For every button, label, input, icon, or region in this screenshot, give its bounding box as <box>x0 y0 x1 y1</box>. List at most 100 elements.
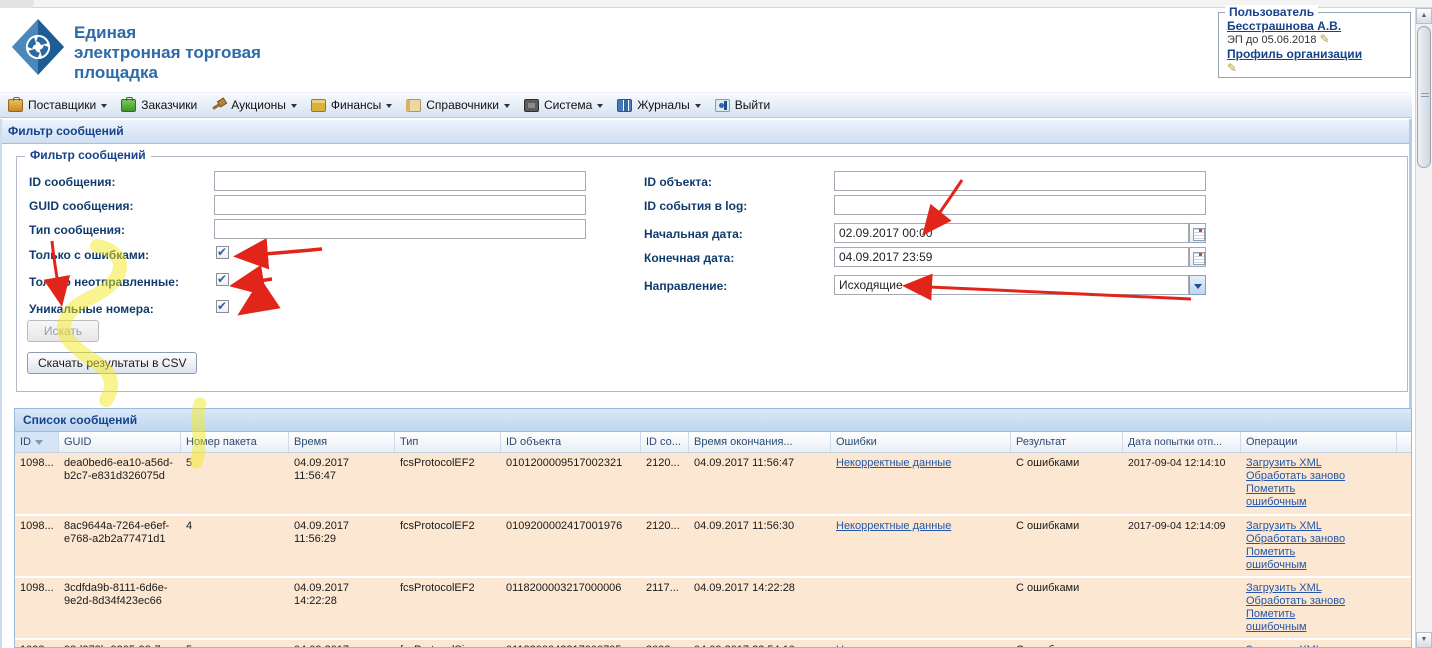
scroll-down-icon[interactable]: ▼ <box>1416 632 1432 648</box>
message-guid-input[interactable] <box>214 195 586 215</box>
user-name-link[interactable]: Бесстрашнова А.В. <box>1227 19 1341 33</box>
vertical-scrollbar[interactable]: ▲ ▼ <box>1415 8 1432 648</box>
chevron-down-icon[interactable] <box>1189 275 1206 295</box>
column-header-attempt[interactable]: Дата попытки отп... <box>1123 432 1241 452</box>
only-unsent-label: Только неотправленные: <box>29 275 179 289</box>
operation-link[interactable]: Загрузить XML <box>1246 644 1322 647</box>
menu-item-system[interactable]: Система <box>523 98 604 112</box>
column-header-object-id[interactable]: ID объекта <box>501 432 641 452</box>
briefcase-icon <box>8 96 23 112</box>
message-guid-label: GUID сообщения: <box>29 199 134 213</box>
message-id-input[interactable] <box>214 171 586 191</box>
menu-item-finance[interactable]: Финансы <box>310 98 393 112</box>
table-row[interactable]: 1098... 3cdfda9b-8111-6d6e-9e2d-8d34f423… <box>15 576 1411 638</box>
error-link[interactable]: Некорректные данные <box>836 520 951 532</box>
menu-item-journals[interactable]: Журналы <box>617 98 701 112</box>
direction-label: Направление: <box>644 279 728 293</box>
error-link[interactable]: Некорректные данные <box>836 644 951 647</box>
object-id-input[interactable] <box>834 171 1206 191</box>
operation-link[interactable]: Обработать заново <box>1246 533 1345 545</box>
menu-item-directories[interactable]: Справочники <box>406 98 510 112</box>
only-errors-checkbox[interactable] <box>216 245 229 259</box>
start-date-input[interactable] <box>834 223 1189 243</box>
briefcase-green-icon <box>121 96 137 112</box>
column-header-end-time[interactable]: Время окончания... <box>689 432 831 452</box>
cell-type: fcsProtocolEF2 <box>400 457 475 469</box>
menu-item-label: Журналы <box>637 98 690 112</box>
column-header-time[interactable]: Время <box>289 432 395 452</box>
operation-link[interactable]: Пометить ошибочным <box>1246 608 1307 633</box>
cell-result: С ошибками <box>1016 582 1080 594</box>
bank-icon <box>310 98 326 112</box>
operation-link[interactable]: Обработать заново <box>1246 595 1345 607</box>
object-id-label: ID объекта: <box>644 175 712 189</box>
log-event-id-input[interactable] <box>834 195 1206 215</box>
chevron-down-icon <box>694 103 701 108</box>
sort-desc-icon <box>35 440 43 445</box>
cell-guid: 98d378b-9805-98-7... <box>59 640 181 647</box>
operation-link[interactable]: Загрузить XML <box>1246 582 1322 594</box>
cell-attempt-date <box>1123 578 1241 638</box>
message-type-input[interactable] <box>214 219 586 239</box>
column-header-id-co[interactable]: ID со... <box>641 432 689 452</box>
table-row[interactable]: 1098... dea0bed6-ea10-a56d-b2c7-e831d326… <box>15 453 1411 514</box>
operation-link[interactable]: Загрузить XML <box>1246 457 1322 469</box>
chevron-down-icon <box>290 103 297 108</box>
calendar-icon[interactable] <box>1189 223 1206 243</box>
menu-item-logout[interactable]: Выйти <box>714 98 770 112</box>
operation-link[interactable]: Загрузить XML <box>1246 520 1322 532</box>
column-header-errors[interactable]: Ошибки <box>831 432 1011 452</box>
table-row[interactable]: 1098... 98d378b-9805-98-7... 5 04.09.201… <box>15 638 1411 647</box>
grid-title: Список сообщений <box>15 409 1411 432</box>
calendar-icon[interactable] <box>1189 247 1206 267</box>
cell-id: 1098... <box>20 520 54 532</box>
cell-time: 04.09.2017 <box>289 640 395 647</box>
page-header: Единая электронная торговая площадка Пол… <box>0 5 1412 92</box>
cell-result: С ошибками <box>1016 457 1080 469</box>
start-date-label: Начальная дата: <box>644 227 743 241</box>
cell-errors <box>831 578 1011 638</box>
cell-id-co: 2092... <box>641 640 689 647</box>
cell-id: 1098... <box>20 582 54 594</box>
column-header-type[interactable]: Тип <box>395 432 501 452</box>
column-header-result[interactable]: Результат <box>1011 432 1123 452</box>
cell-guid: dea0bed6-ea10-a56d-b2c7-e831d326075d <box>64 457 173 482</box>
cell-object-id: 0109200002417001976 <box>506 520 623 532</box>
operation-link[interactable]: Пометить ошибочным <box>1246 483 1307 508</box>
cell-end-time: 04.09.2017 11:56:30 <box>694 520 795 532</box>
download-csv-button[interactable]: Скачать результаты в CSV <box>27 352 198 374</box>
menu-item-auctions[interactable]: Аукционы <box>211 98 297 112</box>
cell-time: 04.09.2017 11:56:47 <box>294 457 350 482</box>
cell-object-id: 0118200003217000006 <box>506 582 622 594</box>
content-left-border <box>0 119 2 648</box>
column-header-packet[interactable]: Номер пакета <box>181 432 289 452</box>
cell-operations: Загрузить XML Обработать заново Пометить… <box>1241 453 1397 514</box>
site-logo[interactable]: Единая электронная торговая площадка <box>10 14 370 88</box>
scroll-up-icon[interactable]: ▲ <box>1416 8 1432 24</box>
end-date-input[interactable] <box>834 247 1189 267</box>
pen-icon[interactable]: ✎ <box>1320 33 1330 45</box>
operation-link[interactable]: Обработать заново <box>1246 470 1345 482</box>
cell-id-co: 2117... <box>646 582 679 594</box>
main-menubar: Поставщики Заказчики Аукционы Финансы Сп… <box>0 92 1412 118</box>
filter-legend: Фильтр сообщений <box>25 148 151 162</box>
error-link[interactable]: Некорректные данные <box>836 457 951 469</box>
search-button[interactable]: Искать <box>27 320 99 342</box>
table-row[interactable]: 1098... 8ac9644a-7264-e6ef-e768-a2b2a774… <box>15 514 1411 576</box>
column-header-operations[interactable]: Операции <box>1241 432 1397 452</box>
message-id-label: ID сообщения: <box>29 175 116 189</box>
org-profile-link[interactable]: Профиль организации <box>1227 47 1362 61</box>
only-unsent-checkbox[interactable] <box>216 272 229 286</box>
cell-type: fcsProtocolEF2 <box>400 520 475 532</box>
column-header-id[interactable]: ID <box>15 432 59 452</box>
browser-tab-remnant <box>0 0 34 8</box>
direction-select[interactable] <box>834 275 1189 295</box>
operation-link[interactable]: Пометить ошибочным <box>1246 546 1307 571</box>
cell-guid: 8ac9644a-7264-e6ef-e768-a2b2a77471d1 <box>64 520 170 545</box>
pen-icon[interactable]: ✎ <box>1227 62 1237 74</box>
unique-numbers-checkbox[interactable] <box>216 299 229 313</box>
menu-item-suppliers[interactable]: Поставщики <box>8 96 108 112</box>
scrollbar-thumb[interactable] <box>1417 26 1431 168</box>
menu-item-customers[interactable]: Заказчики <box>121 96 197 112</box>
column-header-guid[interactable]: GUID <box>59 432 181 452</box>
